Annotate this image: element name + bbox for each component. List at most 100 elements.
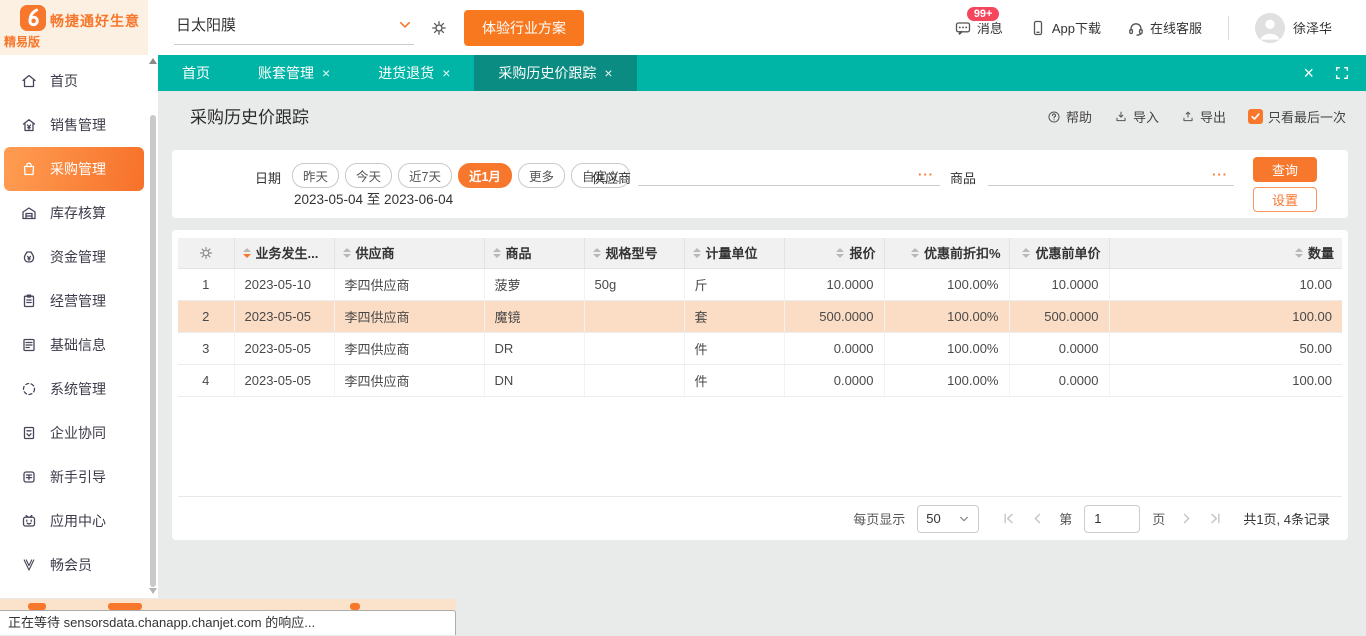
tab-purchase-price-history[interactable]: 采购历史价跟踪× bbox=[474, 55, 636, 91]
help-label: 帮助 bbox=[1066, 107, 1092, 126]
table-row[interactable]: 12023-05-10李四供应商菠萝50g斤10.0000100.00%10.0… bbox=[178, 268, 1342, 300]
cell-spec bbox=[584, 364, 684, 396]
cell-qty: 100.00 bbox=[1257, 300, 1342, 332]
partial-logo-fragment bbox=[350, 603, 360, 610]
sidebar-item-base-info[interactable]: 基础信息 bbox=[4, 323, 144, 367]
sidebar-item-label: 新手引导 bbox=[50, 467, 106, 487]
phone-icon bbox=[1029, 19, 1047, 37]
sort-icon[interactable] bbox=[836, 248, 844, 258]
settings-gear-icon[interactable] bbox=[430, 19, 448, 37]
header-spec[interactable]: 规格型号 bbox=[584, 238, 684, 268]
sidebar-item-guide[interactable]: 新手引导 bbox=[4, 455, 144, 499]
sidebar-item-app-center[interactable]: 应用中心 bbox=[4, 499, 144, 543]
pagination-summary: 共1页, 4条记录 bbox=[1243, 509, 1330, 528]
sidebar-item-label: 畅会员 bbox=[50, 555, 92, 575]
scrollbar-thumb[interactable] bbox=[150, 115, 156, 587]
app-download-button[interactable]: App下载 bbox=[1029, 18, 1101, 37]
cell-supplier: 李四供应商 bbox=[334, 300, 484, 332]
sidebar-item-operations[interactable]: 经营管理 bbox=[4, 279, 144, 323]
tab-close-icon[interactable]: × bbox=[322, 65, 330, 81]
select-chevron-icon bbox=[958, 513, 970, 525]
header-product[interactable]: 商品 bbox=[484, 238, 584, 268]
sort-icon[interactable] bbox=[1295, 248, 1303, 258]
cell-spacer bbox=[1109, 364, 1257, 396]
header-pre-price[interactable]: 优惠前单价 bbox=[1009, 238, 1109, 268]
last-only-checkbox[interactable]: 只看最后一次 bbox=[1248, 107, 1346, 126]
trial-plan-button[interactable]: 体验行业方案 bbox=[464, 10, 584, 46]
sidebar-item-system[interactable]: 系统管理 bbox=[4, 367, 144, 411]
supplier-picker-ellipsis[interactable]: ··· bbox=[918, 167, 934, 182]
account-select[interactable]: 日太阳膜 bbox=[174, 10, 414, 45]
table-row[interactable]: 22023-05-05李四供应商魔镜套500.0000100.00%500.00… bbox=[178, 300, 1342, 332]
sidebar-item-inventory[interactable]: 库存核算 bbox=[4, 191, 144, 235]
sort-icon[interactable] bbox=[243, 248, 251, 258]
sales-icon bbox=[20, 116, 38, 134]
date-pill-today[interactable]: 今天 bbox=[345, 163, 392, 188]
sidebar-item-sales[interactable]: 销售管理 bbox=[4, 103, 144, 147]
sidebar-item-collaboration[interactable]: 企业协同 bbox=[4, 411, 144, 455]
product-picker-ellipsis[interactable]: ··· bbox=[1212, 167, 1228, 182]
header-unit[interactable]: 计量单位 bbox=[684, 238, 784, 268]
cell-qty: 100.00 bbox=[1257, 364, 1342, 396]
settings-button[interactable]: 设置 bbox=[1253, 187, 1317, 212]
date-pill-more[interactable]: 更多 bbox=[518, 163, 565, 188]
export-button[interactable]: 导出 bbox=[1181, 107, 1226, 126]
online-service-button[interactable]: 在线客服 bbox=[1127, 18, 1202, 37]
table-row[interactable]: 42023-05-05李四供应商DN件0.0000100.00%0.000010… bbox=[178, 364, 1342, 396]
tab-purchase-returns[interactable]: 进货退货× bbox=[354, 55, 474, 91]
scroll-up-arrow-icon[interactable] bbox=[149, 58, 157, 64]
sort-icon[interactable] bbox=[593, 248, 601, 258]
messages-button[interactable]: 99+ 消息 bbox=[954, 18, 1003, 37]
import-button[interactable]: 导入 bbox=[1114, 107, 1159, 126]
cell-qty: 10.00 bbox=[1257, 268, 1342, 300]
sidebar-item-purchase[interactable]: 采购管理 bbox=[4, 147, 144, 191]
close-all-tabs-icon[interactable]: × bbox=[1303, 63, 1314, 84]
column-settings-header[interactable] bbox=[178, 238, 234, 268]
per-page-select[interactable]: 50 bbox=[917, 505, 979, 533]
sort-icon[interactable] bbox=[693, 248, 701, 258]
scroll-down-arrow-icon[interactable] bbox=[149, 588, 157, 594]
supplier-input[interactable]: ··· bbox=[638, 160, 940, 186]
date-pill-last-7-days[interactable]: 近7天 bbox=[398, 163, 452, 188]
filter-panel: 日期 昨天今天近7天近1月更多自定义 2023-05-04 至 2023-06-… bbox=[172, 150, 1348, 218]
next-page-icon[interactable] bbox=[1179, 511, 1194, 526]
first-page-icon[interactable] bbox=[1001, 511, 1016, 526]
cell-pre_price: 0.0000 bbox=[1009, 364, 1109, 396]
header-qty[interactable]: 数量 bbox=[1257, 238, 1342, 268]
header-quote[interactable]: 报价 bbox=[784, 238, 884, 268]
sort-icon[interactable] bbox=[343, 248, 351, 258]
tab-home[interactable]: 首页 bbox=[158, 55, 234, 91]
search-button[interactable]: 查询 bbox=[1253, 157, 1317, 182]
column-gear-icon[interactable] bbox=[198, 245, 214, 261]
sidebar-item-funds[interactable]: 资金管理 bbox=[4, 235, 144, 279]
sidebar-item-home[interactable]: 首页 bbox=[4, 59, 144, 103]
sidebar-item-label: 库存核算 bbox=[50, 203, 106, 223]
tab-close-icon[interactable]: × bbox=[442, 65, 450, 81]
date-pill-last-1-month[interactable]: 近1月 bbox=[458, 163, 512, 188]
user-menu[interactable]: 徐泽华 bbox=[1255, 13, 1332, 43]
header-date[interactable]: 业务发生... bbox=[234, 238, 334, 268]
purchase-icon bbox=[20, 160, 38, 178]
fullscreen-icon[interactable] bbox=[1334, 65, 1350, 81]
help-button[interactable]: 帮助 bbox=[1047, 107, 1092, 126]
cell-supplier: 李四供应商 bbox=[334, 268, 484, 300]
cell-discount: 100.00% bbox=[884, 332, 1009, 364]
header-supplier[interactable]: 供应商 bbox=[334, 238, 484, 268]
sort-icon[interactable] bbox=[1022, 248, 1030, 258]
sort-icon[interactable] bbox=[493, 248, 501, 258]
table-row[interactable]: 32023-05-05李四供应商DR件0.0000100.00%0.000050… bbox=[178, 332, 1342, 364]
product-input[interactable]: ··· bbox=[988, 160, 1234, 186]
date-pill-yesterday[interactable]: 昨天 bbox=[292, 163, 339, 188]
page-number-input[interactable] bbox=[1084, 505, 1140, 533]
sidebar-scrollbar[interactable] bbox=[148, 55, 158, 598]
tab-account-books[interactable]: 账套管理× bbox=[234, 55, 354, 91]
sidebar-item-member[interactable]: 畅会员 bbox=[4, 543, 144, 587]
cell-quote: 10.0000 bbox=[784, 268, 884, 300]
partial-logo-fragment bbox=[108, 603, 142, 610]
prev-page-icon[interactable] bbox=[1030, 511, 1045, 526]
sort-icon[interactable] bbox=[911, 248, 919, 258]
cell-spacer bbox=[1109, 332, 1257, 364]
tab-close-icon[interactable]: × bbox=[604, 65, 612, 81]
header-discount[interactable]: 优惠前折扣% bbox=[884, 238, 1009, 268]
last-page-icon[interactable] bbox=[1208, 511, 1223, 526]
